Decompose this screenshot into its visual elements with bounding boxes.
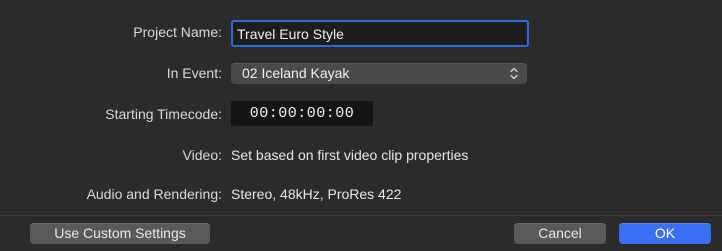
in-event-selected-value: 02 Iceland Kayak: [242, 65, 350, 81]
up-down-chevron-icon: [510, 67, 518, 80]
new-project-dialog: Project Name: In Event: 02 Iceland Kayak…: [0, 0, 722, 251]
footer-divider: [0, 215, 722, 216]
video-label: Video:: [182, 147, 222, 163]
in-event-select[interactable]: 02 Iceland Kayak: [231, 63, 527, 84]
project-name-label: Project Name:: [133, 24, 222, 40]
ok-button[interactable]: OK: [619, 223, 711, 244]
project-name-input[interactable]: [231, 20, 529, 47]
starting-timecode-field[interactable]: 00:00:00:00: [231, 101, 373, 126]
starting-timecode-label: Starting Timecode:: [105, 106, 222, 122]
in-event-label: In Event:: [166, 65, 222, 81]
use-custom-settings-button[interactable]: Use Custom Settings: [30, 223, 210, 244]
video-value: Set based on first video clip properties: [231, 147, 469, 163]
audio-rendering-label: Audio and Rendering:: [86, 186, 222, 202]
audio-rendering-value: Stereo, 48kHz, ProRes 422: [231, 186, 402, 202]
cancel-button[interactable]: Cancel: [514, 223, 606, 244]
